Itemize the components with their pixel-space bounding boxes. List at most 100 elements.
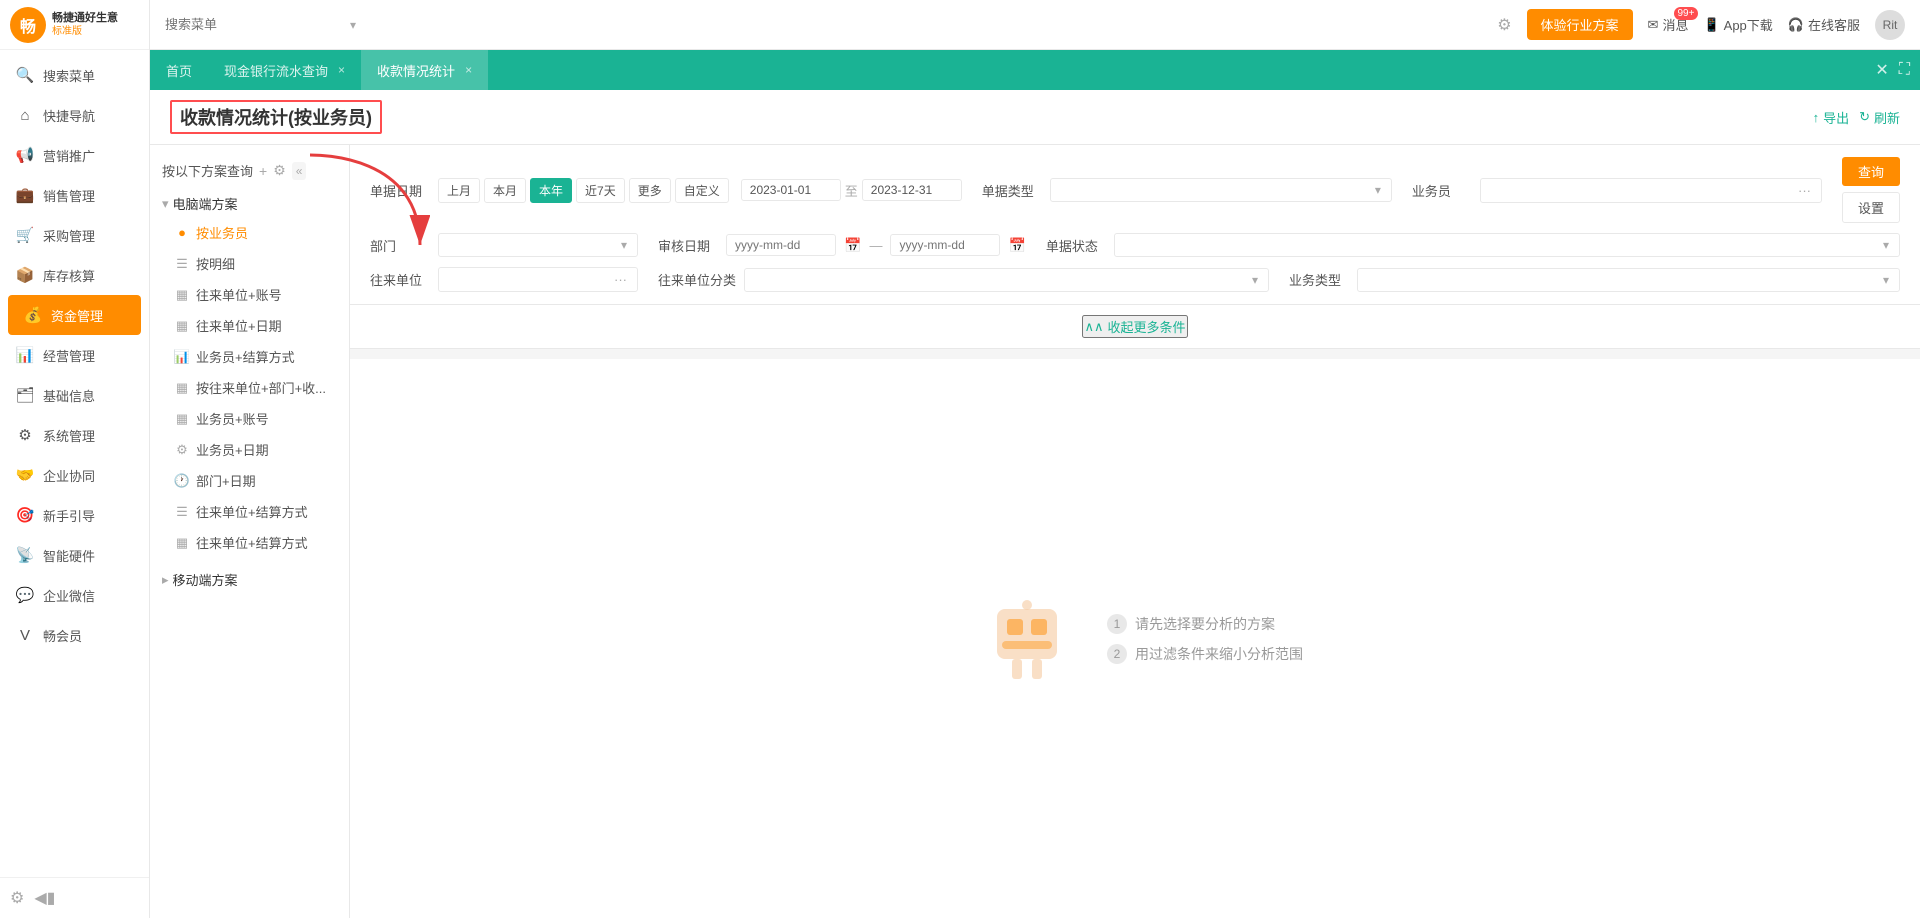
biztype-select[interactable]: ▾ — [1357, 268, 1900, 292]
trial-btn[interactable]: 体验行业方案 — [1527, 9, 1633, 40]
review-date-from-calendar-icon[interactable]: 📅 — [844, 237, 861, 254]
sidebar-logo: 畅 畅捷通好生意 标准版 — [0, 0, 149, 50]
breadcrumb-chevron-icon[interactable]: ▾ — [350, 18, 356, 32]
date-last-month[interactable]: 上月 — [438, 178, 480, 203]
page-actions: ↑ 导出 ↻ 刷新 — [1813, 108, 1900, 127]
doctype-select[interactable]: ▾ — [1050, 178, 1392, 202]
collapse-panel-icon[interactable]: « — [292, 162, 307, 180]
review-date-to-calendar-icon[interactable]: 📅 — [1008, 237, 1025, 254]
sidebar-nav: 🔍 搜索菜单 ⌂ 快捷导航 📢 营销推广 💼 销售管理 🛒 采购管理 📦 库存核… — [0, 50, 149, 877]
wechat-icon: 💬 — [15, 585, 35, 605]
plan-item-cparty-settle2[interactable]: ▦ 往来单位+结算方式 — [150, 527, 349, 558]
plan-item-cparty-dept[interactable]: ▦ 按往来单位+部门+收... — [150, 372, 349, 403]
filter-area: 单据日期 上月 本月 本年 近7天 更多 自定义 至 — [350, 145, 1920, 305]
sidebar-item-vip[interactable]: V 畅会员 — [0, 615, 149, 655]
docstatus-select[interactable]: ▾ — [1114, 233, 1900, 257]
plan-group-pc: ▾ 电脑端方案 ● 按业务员 ☰ 按明细 ▦ 往来单位+账号 — [150, 186, 349, 562]
plan-group-pc-title[interactable]: ▾ 电脑端方案 — [150, 190, 349, 217]
sidebar-item-marketing[interactable]: 📢 营销推广 — [0, 135, 149, 175]
sidebar-item-operation[interactable]: 📊 经营管理 — [0, 335, 149, 375]
tab-home[interactable]: 首页 — [150, 50, 208, 90]
online-service-button[interactable]: 🎧 在线客服 — [1788, 15, 1860, 34]
cparty-cat-select[interactable]: ▾ — [744, 268, 1269, 292]
page-header: 收款情况统计(按业务员) ↑ 导出 ↻ 刷新 — [150, 90, 1920, 145]
review-date-to-input[interactable] — [890, 234, 1000, 256]
cparty-more-icon[interactable]: ··· — [614, 272, 627, 287]
tab-collection-stat[interactable]: 收款情况统计 × — [361, 50, 488, 90]
sidebar-item-smart-hw[interactable]: 📡 智能硬件 — [0, 535, 149, 575]
sidebar-item-quick-nav[interactable]: ⌂ 快捷导航 — [0, 95, 149, 135]
right-panel: 单据日期 上月 本月 本年 近7天 更多 自定义 至 — [350, 145, 1920, 918]
content-area: 收款情况统计(按业务员) ↑ 导出 ↻ 刷新 按以下方案查询 + ⚙ — [150, 90, 1920, 918]
sidebar-item-purchase[interactable]: 🛒 采购管理 — [0, 215, 149, 255]
quick-nav-icon: ⌂ — [15, 105, 35, 125]
dept-chevron-icon: ▾ — [621, 238, 627, 252]
sidebar-item-wechat[interactable]: 💬 企业微信 — [0, 575, 149, 615]
topbar-gear-button[interactable]: ⚙ — [1497, 15, 1511, 35]
date-this-year[interactable]: 本年 — [530, 178, 572, 203]
empty-illustration — [967, 589, 1087, 689]
user-avatar[interactable]: Rit — [1875, 10, 1905, 40]
date-this-month[interactable]: 本月 — [484, 178, 526, 203]
tab-bank-flow-close[interactable]: × — [338, 63, 345, 77]
date-to-input[interactable] — [862, 179, 962, 201]
sidebar-item-inventory[interactable]: 📦 库存核算 — [0, 255, 149, 295]
export-button[interactable]: ↑ 导出 — [1813, 108, 1850, 127]
plan-item-cparty-settle1[interactable]: ☰ 往来单位+结算方式 — [150, 496, 349, 527]
sidebar-item-system[interactable]: ⚙ 系统管理 — [0, 415, 149, 455]
sidebar-item-base-info[interactable]: 🗂 基础信息 — [0, 375, 149, 415]
plan-group-mobile-title[interactable]: ▸ 移动端方案 — [150, 566, 349, 593]
add-plan-icon[interactable]: + — [259, 163, 267, 179]
base-info-icon: 🗂 — [15, 385, 35, 405]
sidebar-item-search-menu[interactable]: 🔍 搜索菜单 — [0, 55, 149, 95]
plan-icon-cparty-settle2: ▦ — [174, 535, 190, 551]
app-download-button[interactable]: 📱 App下载 — [1703, 15, 1772, 34]
biztype-label: 业务类型 — [1289, 270, 1349, 289]
gear-plan-icon[interactable]: ⚙ — [273, 162, 286, 179]
plan-item-sales-date[interactable]: ⚙ 业务员+日期 — [150, 434, 349, 465]
settings-button[interactable]: 设置 — [1842, 192, 1900, 223]
filter-date-item: 单据日期 上月 本月 本年 近7天 更多 自定义 至 — [370, 178, 962, 203]
plan-icon-salesperson: ● — [174, 225, 190, 241]
date-more[interactable]: 更多 — [629, 178, 671, 203]
search-menu-input[interactable] — [165, 17, 345, 32]
docstatus-label: 单据状态 — [1046, 236, 1106, 255]
topbar-right: ✉ 消息 99+ 📱 App下载 🎧 在线客服 Rit — [1648, 10, 1905, 40]
logo-icon: 畅 — [10, 7, 46, 43]
sidebar-item-guide[interactable]: 🎯 新手引导 — [0, 495, 149, 535]
expand-pc-icon: ▾ — [162, 196, 169, 212]
sidebar: 畅 畅捷通好生意 标准版 🔍 搜索菜单 ⌂ 快捷导航 📢 营销推广 💼 销售管理… — [0, 0, 150, 918]
sidebar-item-enterprise[interactable]: 🤝 企业协同 — [0, 455, 149, 495]
tab-collection-stat-close[interactable]: × — [465, 63, 472, 77]
plan-item-detail[interactable]: ☰ 按明细 — [150, 248, 349, 279]
review-date-from-input[interactable] — [726, 234, 836, 256]
sidebar-item-capital[interactable]: 💰 资金管理 — [8, 295, 141, 335]
salesperson-select[interactable]: ··· — [1480, 178, 1822, 203]
date-7days[interactable]: 近7天 — [576, 178, 625, 203]
date-from-input[interactable] — [741, 179, 841, 201]
inner-layout: 按以下方案查询 + ⚙ « ▾ 电脑端方案 ● 按业务员 — [150, 145, 1920, 918]
sidebar-item-sales[interactable]: 💼 销售管理 — [0, 175, 149, 215]
refresh-button[interactable]: ↻ 刷新 — [1859, 108, 1900, 127]
collapse-more-button[interactable]: ∧∧ 收起更多条件 — [1082, 315, 1187, 338]
plan-item-cparty-date[interactable]: ▦ 往来单位+日期 — [150, 310, 349, 341]
query-button[interactable]: 查询 — [1842, 157, 1900, 186]
plan-item-dept-date[interactable]: 🕐 部门+日期 — [150, 465, 349, 496]
action-buttons: 查询 设置 — [1842, 157, 1900, 223]
collapse-sidebar-icon[interactable]: ◀▮ — [34, 888, 55, 908]
dept-select[interactable]: ▾ — [438, 233, 638, 257]
tab-bank-flow[interactable]: 现金银行流水查询 × — [208, 50, 361, 90]
tabbar-expand-icon[interactable]: ⛶ — [1899, 61, 1910, 79]
cparty-select[interactable]: ··· — [438, 267, 638, 292]
message-button[interactable]: ✉ 消息 99+ — [1648, 15, 1689, 34]
plan-item-cparty-account[interactable]: ▦ 往来单位+账号 — [150, 279, 349, 310]
plan-item-sales-settle[interactable]: 📊 业务员+结算方式 — [150, 341, 349, 372]
plan-icon-detail: ☰ — [174, 256, 190, 272]
settings-bottom-icon[interactable]: ⚙ — [10, 888, 24, 908]
plan-item-sales-account[interactable]: ▦ 业务员+账号 — [150, 403, 349, 434]
date-custom[interactable]: 自定义 — [675, 178, 729, 203]
plan-item-salesperson[interactable]: ● 按业务员 — [150, 217, 349, 248]
cparty-cat-chevron-icon: ▾ — [1252, 273, 1258, 287]
tabbar-close-icon[interactable]: ✕ — [1875, 60, 1888, 80]
salesperson-more-icon[interactable]: ··· — [1798, 183, 1811, 198]
